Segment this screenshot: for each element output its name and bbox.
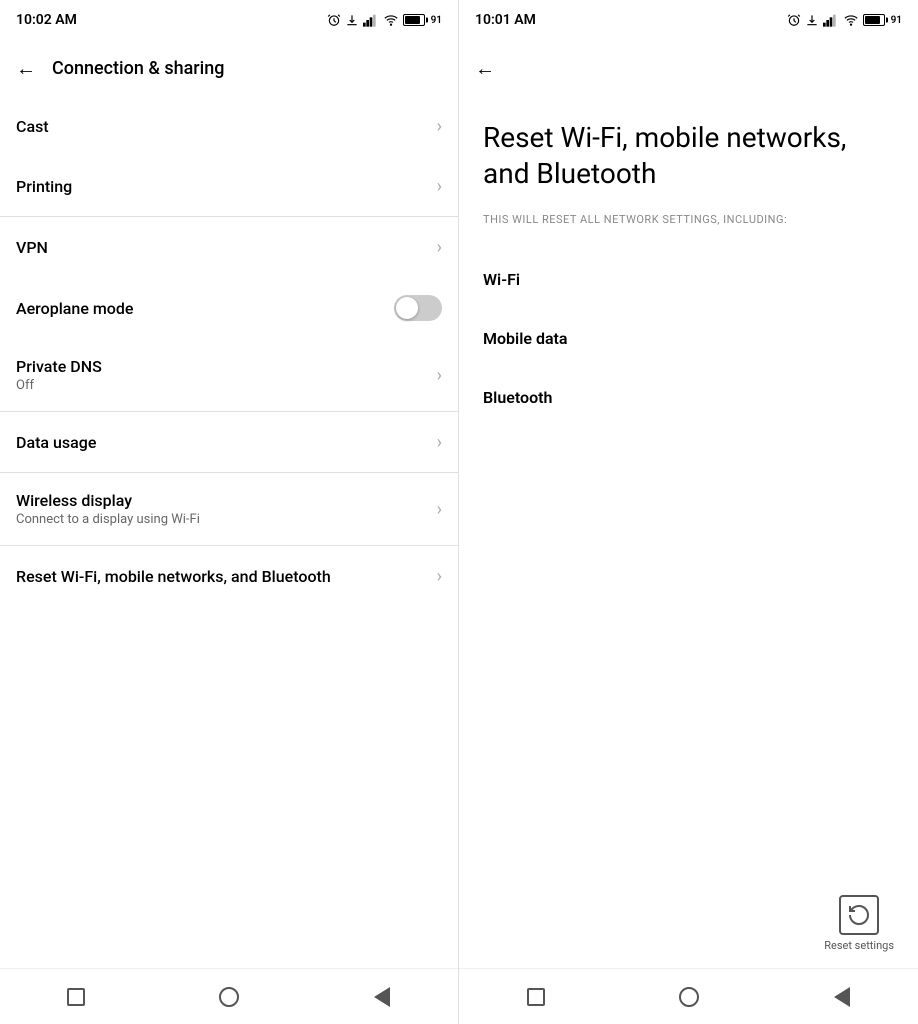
right-alarm-icon xyxy=(787,13,801,27)
right-battery-label: 91 xyxy=(891,15,902,26)
right-nav-bar xyxy=(459,968,918,1024)
data-usage-item[interactable]: Data usage › xyxy=(0,412,458,472)
right-nav-recents[interactable] xyxy=(516,977,556,1017)
right-recents-icon xyxy=(527,988,545,1006)
left-status-bar: 10:02 AM 91 xyxy=(0,0,458,40)
right-home-icon xyxy=(679,987,699,1007)
left-top-bar: ← Connection & sharing xyxy=(0,40,458,96)
left-battery-fill xyxy=(405,16,420,24)
right-status-time: 10:01 AM xyxy=(475,12,536,28)
reset-wifi-item-right: Wi-Fi xyxy=(483,250,894,309)
left-status-icons: 91 xyxy=(327,13,442,27)
reset-page-title: Reset Wi-Fi, mobile networks, and Blueto… xyxy=(483,120,894,193)
reset-icon-box xyxy=(839,895,879,935)
back-icon xyxy=(374,987,390,1007)
reset-bluetooth-item: Bluetooth xyxy=(483,368,894,427)
left-back-button[interactable]: ← xyxy=(16,56,36,81)
recents-icon xyxy=(67,988,85,1006)
private-dns-subtitle: Off xyxy=(16,378,102,393)
reset-subtitle: THIS WILL RESET ALL NETWORK SETTINGS, IN… xyxy=(483,213,894,226)
left-nav-home[interactable] xyxy=(209,977,249,1017)
reset-wifi-chevron: › xyxy=(437,566,442,587)
printing-item[interactable]: Printing › xyxy=(0,156,458,216)
aeroplane-item[interactable]: Aeroplane mode xyxy=(0,277,458,339)
right-status-bar: 10:01 AM 91 xyxy=(459,0,918,40)
aeroplane-toggle[interactable] xyxy=(394,295,442,321)
right-back-button[interactable]: ← xyxy=(475,56,495,81)
left-phone-panel: 10:02 AM 91 ← Connection & sharing Cast … xyxy=(0,0,459,1024)
wireless-display-title: Wireless display xyxy=(16,491,200,510)
right-status-icons: 91 xyxy=(787,13,902,27)
left-battery-label: 91 xyxy=(431,15,442,26)
printing-chevron: › xyxy=(437,176,442,197)
left-nav-back[interactable] xyxy=(362,977,402,1017)
wireless-display-subtitle: Connect to a display using Wi-Fi xyxy=(16,512,200,527)
data-usage-chevron: › xyxy=(437,432,442,453)
right-battery-fill xyxy=(865,16,880,24)
right-nav-home[interactable] xyxy=(669,977,709,1017)
private-dns-chevron: › xyxy=(437,365,442,386)
reset-content-area: Reset Wi-Fi, mobile networks, and Blueto… xyxy=(459,96,918,879)
home-icon xyxy=(219,987,239,1007)
left-nav-recents[interactable] xyxy=(56,977,96,1017)
wireless-display-item[interactable]: Wireless display Connect to a display us… xyxy=(0,473,458,545)
reset-button-label: Reset settings xyxy=(824,939,894,952)
cast-item[interactable]: Cast › xyxy=(0,96,458,156)
toggle-knob xyxy=(396,297,418,319)
reset-wifi-title: Reset Wi-Fi, mobile networks, and Blueto… xyxy=(16,567,331,586)
left-battery xyxy=(403,14,425,26)
vpn-item[interactable]: VPN › xyxy=(0,217,458,277)
left-status-time: 10:02 AM xyxy=(16,12,77,28)
reset-mobile-data-item: Mobile data xyxy=(483,309,894,368)
aeroplane-title: Aeroplane mode xyxy=(16,299,133,318)
signal-icon xyxy=(363,13,379,27)
alarm-icon xyxy=(327,13,341,27)
wifi-icon xyxy=(383,13,399,27)
vpn-title: VPN xyxy=(16,238,48,257)
private-dns-title: Private DNS xyxy=(16,357,102,376)
cast-chevron: › xyxy=(437,116,442,137)
right-download-icon xyxy=(805,13,819,27)
left-page-title: Connection & sharing xyxy=(52,58,225,79)
reset-button-area: Reset settings xyxy=(459,879,918,968)
printing-title: Printing xyxy=(16,177,72,196)
download-icon xyxy=(345,13,359,27)
right-nav-back[interactable] xyxy=(822,977,862,1017)
right-back-icon xyxy=(834,987,850,1007)
reset-icon xyxy=(847,903,871,927)
reset-settings-button[interactable]: Reset settings xyxy=(824,895,894,952)
private-dns-item[interactable]: Private DNS Off › xyxy=(0,339,458,411)
data-usage-title: Data usage xyxy=(16,433,96,452)
right-top-bar: ← xyxy=(459,40,918,96)
right-signal-icon xyxy=(823,13,839,27)
right-battery xyxy=(863,14,885,26)
wireless-display-chevron: › xyxy=(437,499,442,520)
cast-title: Cast xyxy=(16,117,49,136)
reset-wifi-item[interactable]: Reset Wi-Fi, mobile networks, and Blueto… xyxy=(0,546,458,606)
left-nav-bar xyxy=(0,968,458,1024)
vpn-chevron: › xyxy=(437,237,442,258)
right-phone-panel: 10:01 AM 91 ← Reset Wi-Fi, mobile networ… xyxy=(459,0,918,1024)
right-wifi-icon xyxy=(843,13,859,27)
left-settings-list: Cast › Printing › VPN › Aeroplane mode xyxy=(0,96,458,968)
